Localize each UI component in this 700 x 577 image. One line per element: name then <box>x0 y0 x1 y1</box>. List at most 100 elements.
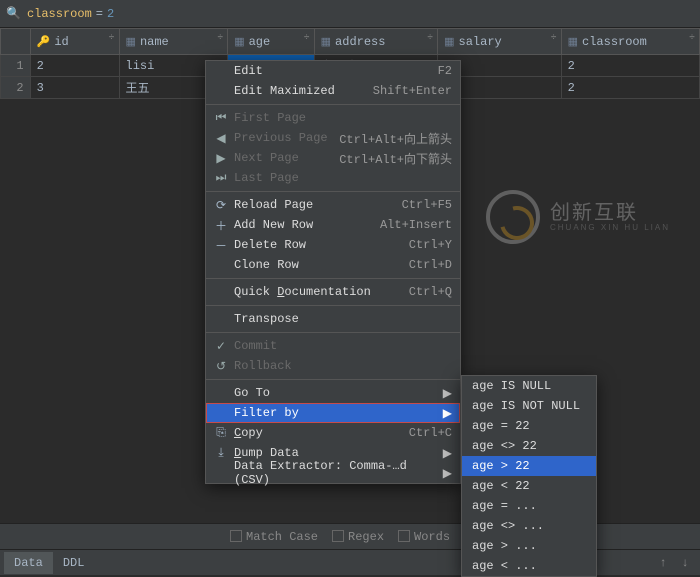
menu-shortcut: Ctrl+Alt+向上箭头 <box>331 130 452 147</box>
col-name[interactable]: ▦name÷ <box>119 29 228 55</box>
filter-option[interactable]: age <> 22 <box>462 436 596 456</box>
column-icon: ▦ <box>568 37 578 49</box>
menu-shortcut: Ctrl+Y <box>401 238 452 252</box>
menu-item-add-new-row[interactable]: ＋Add New RowAlt+Insert <box>206 215 460 235</box>
menu-icon: ＋ <box>212 217 230 234</box>
nav-down-button[interactable]: ↓ <box>674 552 696 574</box>
menu-icon: ⤓ <box>212 446 230 460</box>
watermark-logo <box>486 190 540 244</box>
menu-label: Transpose <box>230 312 452 326</box>
menu-label: Previous Page <box>230 131 331 145</box>
menu-item-edit-maximized[interactable]: Edit MaximizedShift+Enter <box>206 81 460 101</box>
menu-shortcut: F2 <box>430 64 452 78</box>
col-address[interactable]: ▦address÷ <box>314 29 437 55</box>
column-icon: ▦ <box>234 37 244 49</box>
menu-item-commit: ✓Commit <box>206 336 460 356</box>
menu-label: Data Extractor: Comma-…d (CSV) <box>230 459 437 487</box>
filter-bar[interactable]: 🔍 classroom = 2 <box>0 0 700 28</box>
menu-item-data-extractor-comma-d-csv[interactable]: Data Extractor: Comma-…d (CSV)▶ <box>206 463 460 483</box>
filter-option[interactable]: age < 22 <box>462 476 596 496</box>
menu-icon: ◀ <box>212 131 230 146</box>
watermark: 创新互联 CHUANG XIN HU LIAN <box>486 190 670 244</box>
column-icon: ▦ <box>126 37 136 49</box>
menu-label: Edit <box>230 64 430 78</box>
menu-label: Last Page <box>230 171 452 185</box>
menu-shortcut: Ctrl+Q <box>401 285 452 299</box>
filter-option[interactable]: age > 22 <box>462 456 596 476</box>
cell-classroom[interactable]: 2 <box>561 77 699 99</box>
cell-id[interactable]: 2 <box>30 55 119 77</box>
col-classroom[interactable]: ▦classroom÷ <box>561 29 699 55</box>
tab-ddl[interactable]: DDL <box>53 552 95 574</box>
menu-item-first-page: ⏮First Page <box>206 108 460 128</box>
col-age[interactable]: ▦age÷ <box>228 29 314 55</box>
key-icon: 🔑 <box>37 37 51 49</box>
filter-option[interactable]: age <> ... <box>462 516 596 536</box>
menu-label: Rollback <box>230 359 452 373</box>
column-icon: ▦ <box>321 37 331 49</box>
menu-label: Clone Row <box>230 258 401 272</box>
column-icon: ▦ <box>444 37 454 49</box>
filter-option[interactable]: age = ... <box>462 496 596 516</box>
menu-label: Next Page <box>230 151 331 165</box>
menu-shortcut: Ctrl+Alt+向下箭头 <box>331 150 452 167</box>
filter-option[interactable]: age IS NOT NULL <box>462 396 596 416</box>
menu-icon: ⏭ <box>212 171 230 185</box>
menu-item-reload-page[interactable]: ⟳Reload PageCtrl+F5 <box>206 195 460 215</box>
menu-shortcut: Shift+Enter <box>365 84 452 98</box>
menu-item-delete-row[interactable]: －Delete RowCtrl+Y <box>206 235 460 255</box>
watermark-en: CHUANG XIN HU LIAN <box>550 224 670 233</box>
cell-id[interactable]: 3 <box>30 77 119 99</box>
regex-option[interactable]: Regex <box>332 530 384 544</box>
rownum-header[interactable] <box>1 29 31 55</box>
submenu-arrow-icon: ▶ <box>437 446 452 461</box>
menu-icon: ↺ <box>212 359 230 374</box>
submenu-arrow-icon: ▶ <box>437 406 452 421</box>
column-header-row: 🔑id÷ ▦name÷ ▦age÷ ▦address÷ ▦salary÷ ▦cl… <box>1 29 700 55</box>
filter-option[interactable]: age < ... <box>462 556 596 576</box>
menu-item-go-to[interactable]: Go To▶ <box>206 383 460 403</box>
submenu-arrow-icon: ▶ <box>437 386 452 401</box>
menu-item-copy[interactable]: ⎘CopyCtrl+C <box>206 423 460 443</box>
menu-icon: ⏮ <box>212 111 230 125</box>
menu-item-rollback: ↺Rollback <box>206 356 460 376</box>
menu-item-edit[interactable]: EditF2 <box>206 61 460 81</box>
menu-shortcut: Ctrl+C <box>401 426 452 440</box>
menu-item-transpose[interactable]: Transpose <box>206 309 460 329</box>
cell-rownum[interactable]: 1 <box>1 55 31 77</box>
menu-label: Copy <box>230 426 401 440</box>
context-menu[interactable]: EditF2Edit MaximizedShift+Enter⏮First Pa… <box>205 60 461 484</box>
cell-classroom[interactable]: 2 <box>561 55 699 77</box>
match-case-option[interactable]: Match Case <box>230 530 318 544</box>
cell-rownum[interactable]: 2 <box>1 77 31 99</box>
menu-label: Filter by <box>230 406 437 420</box>
menu-item-previous-page: ◀Previous PageCtrl+Alt+向上箭头 <box>206 128 460 148</box>
col-id[interactable]: 🔑id÷ <box>30 29 119 55</box>
menu-item-clone-row[interactable]: Clone RowCtrl+D <box>206 255 460 275</box>
menu-item-quick-documentation[interactable]: Quick DocumentationCtrl+Q <box>206 282 460 302</box>
menu-shortcut: Alt+Insert <box>372 218 452 232</box>
menu-label: Dump Data <box>230 446 437 460</box>
menu-item-next-page: ▶Next PageCtrl+Alt+向下箭头 <box>206 148 460 168</box>
menu-icon: ⟳ <box>212 198 230 213</box>
menu-label: Go To <box>230 386 437 400</box>
menu-shortcut: Ctrl+F5 <box>394 198 452 212</box>
words-option[interactable]: Words <box>398 530 450 544</box>
filter-value: 2 <box>107 7 114 21</box>
submenu-arrow-icon: ▶ <box>437 466 452 481</box>
filter-op: = <box>92 7 107 21</box>
filter-option[interactable]: age IS NULL <box>462 376 596 396</box>
menu-icon: ⎘ <box>212 426 230 440</box>
menu-label: Delete Row <box>230 238 401 252</box>
col-salary[interactable]: ▦salary÷ <box>438 29 561 55</box>
search-icon: 🔍 <box>6 6 21 21</box>
nav-up-button[interactable]: ↑ <box>652 552 674 574</box>
filter-field: classroom <box>27 7 92 21</box>
filter-by-submenu[interactable]: age IS NULLage IS NOT NULLage = 22age <>… <box>461 375 597 577</box>
tab-data[interactable]: Data <box>4 552 53 574</box>
filter-option[interactable]: age > ... <box>462 536 596 556</box>
menu-shortcut: Ctrl+D <box>401 258 452 272</box>
menu-item-filter-by[interactable]: Filter by▶ <box>206 403 460 423</box>
menu-label: Commit <box>230 339 452 353</box>
filter-option[interactable]: age = 22 <box>462 416 596 436</box>
